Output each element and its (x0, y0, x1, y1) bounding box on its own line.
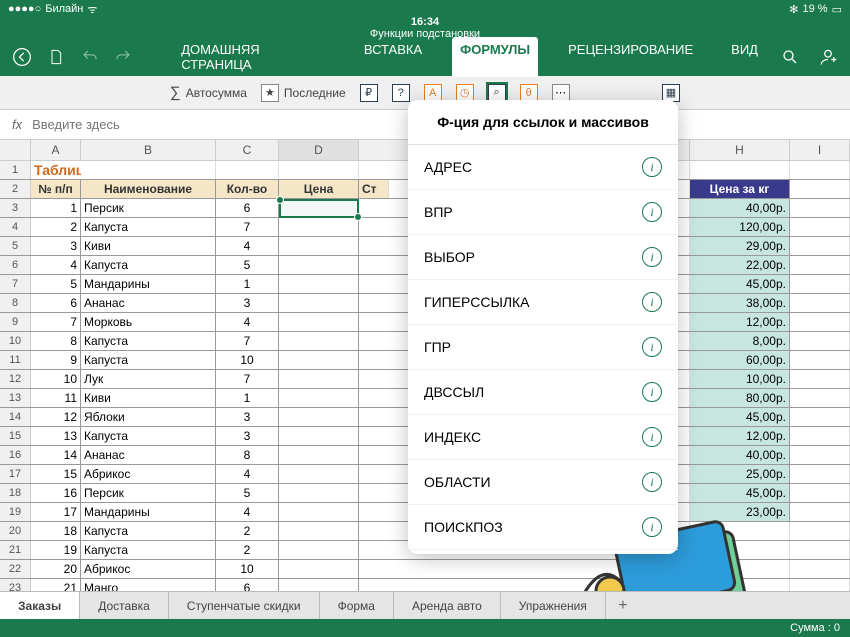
ribbon-tabs: ДОМАШНЯЯ СТРАНИЦА ВСТАВКА ФОРМУЛЫ РЕЦЕНЗ… (173, 37, 766, 77)
search-icon[interactable] (780, 47, 800, 67)
select-all-corner[interactable] (0, 140, 31, 160)
redo-icon[interactable] (113, 47, 133, 67)
info-icon[interactable]: i (642, 247, 662, 267)
info-icon[interactable]: i (642, 427, 662, 447)
battery-icon: ▭ (832, 3, 842, 16)
undo-icon[interactable] (80, 47, 100, 67)
info-icon[interactable]: i (642, 472, 662, 492)
info-icon[interactable]: i (642, 382, 662, 402)
sheet-tab[interactable]: Форма (320, 592, 394, 619)
battery-pct: 19 % (803, 3, 828, 15)
tab-home[interactable]: ДОМАШНЯЯ СТРАНИЦА (173, 37, 334, 77)
function-item[interactable]: ВЫБОРi (408, 235, 678, 280)
col-header-I[interactable]: I (790, 140, 850, 160)
sheet-tab[interactable]: Доставка (80, 592, 169, 619)
function-item[interactable]: АДРЕСi (408, 145, 678, 190)
col-header-D[interactable]: D (279, 140, 359, 160)
recent-button[interactable]: ★Последние (261, 84, 346, 102)
status-footer: Сумма : 0 (0, 619, 850, 637)
row-header[interactable]: 1 (0, 161, 31, 179)
wifi-icon: ᯤ (87, 2, 97, 17)
sum-label: Сумма : 0 (790, 622, 840, 634)
bluetooth-icon: ✻ (789, 3, 798, 16)
add-sheet-button[interactable]: + (606, 592, 640, 619)
popup-title: Ф-ция для ссылок и массивов (408, 100, 678, 145)
tab-formulas[interactable]: ФОРМУЛЫ (452, 37, 538, 77)
col-header-H[interactable]: H (690, 140, 790, 160)
back-button[interactable] (12, 47, 32, 67)
app-header: 16:34 Функции подстановки ДОМАШНЯЯ СТРАН… (0, 18, 850, 76)
function-item[interactable]: ГПРi (408, 325, 678, 370)
share-icon[interactable] (818, 47, 838, 67)
fx-label: fx (12, 117, 22, 132)
col-header-B[interactable]: B (81, 140, 216, 160)
text-icon[interactable]: A (424, 84, 442, 102)
tab-review[interactable]: РЕЦЕНЗИРОВАНИЕ (560, 37, 701, 77)
sheet-tab[interactable]: Аренда авто (394, 592, 501, 619)
info-icon[interactable]: i (642, 292, 662, 312)
datetime-icon[interactable]: ◷ (456, 84, 474, 102)
doc-subtitle: Функции подстановки (370, 28, 480, 40)
signal-dots: ●●●●○ (8, 3, 41, 15)
calc-icon[interactable]: ▦ (662, 84, 680, 102)
sheet-tab[interactable]: Упражнения (501, 592, 606, 619)
info-icon[interactable]: i (642, 337, 662, 357)
function-item[interactable]: ВПРi (408, 190, 678, 235)
tab-view[interactable]: ВИД (723, 37, 766, 77)
info-icon[interactable]: i (642, 202, 662, 222)
function-item[interactable]: ГИПЕРССЫЛКАi (408, 280, 678, 325)
info-icon[interactable]: i (642, 517, 662, 537)
autosum-button[interactable]: ∑Автосумма (170, 84, 247, 101)
lookup-icon[interactable]: ⌕ (488, 84, 506, 102)
col-header-C[interactable]: C (216, 140, 279, 160)
function-popup: Ф-ция для ссылок и массивов АДРЕСiВПРiВЫ… (408, 100, 678, 554)
function-item[interactable]: ИНДЕКСi (408, 415, 678, 460)
function-item[interactable]: ПОЛУЧИТЬ.ДАННЫЕ.СВОДН…i (408, 550, 678, 555)
function-item[interactable]: ДВССЫЛi (408, 370, 678, 415)
info-icon[interactable]: i (642, 157, 662, 177)
financial-icon[interactable]: ₽ (360, 84, 378, 102)
col-header-A[interactable]: A (31, 140, 81, 160)
carrier: Билайн (45, 3, 83, 15)
file-icon[interactable] (46, 47, 66, 67)
clock: 16:34 (370, 16, 480, 28)
sheet-tab[interactable]: Заказы (0, 592, 80, 619)
function-item[interactable]: ПОИСКПОЗi (408, 505, 678, 550)
sheet-tabs: ЗаказыДоставкаСтупенчатые скидкиФормаАре… (0, 591, 850, 619)
function-list[interactable]: АДРЕСiВПРiВЫБОРiГИПЕРССЫЛКАiГПРiДВССЫЛiИ… (408, 145, 678, 555)
tab-insert[interactable]: ВСТАВКА (356, 37, 430, 77)
sheet-tab[interactable]: Ступенчатые скидки (169, 592, 320, 619)
logical-icon[interactable]: ? (392, 84, 410, 102)
function-item[interactable]: ОБЛАСТИi (408, 460, 678, 505)
math-icon[interactable]: θ (520, 84, 538, 102)
